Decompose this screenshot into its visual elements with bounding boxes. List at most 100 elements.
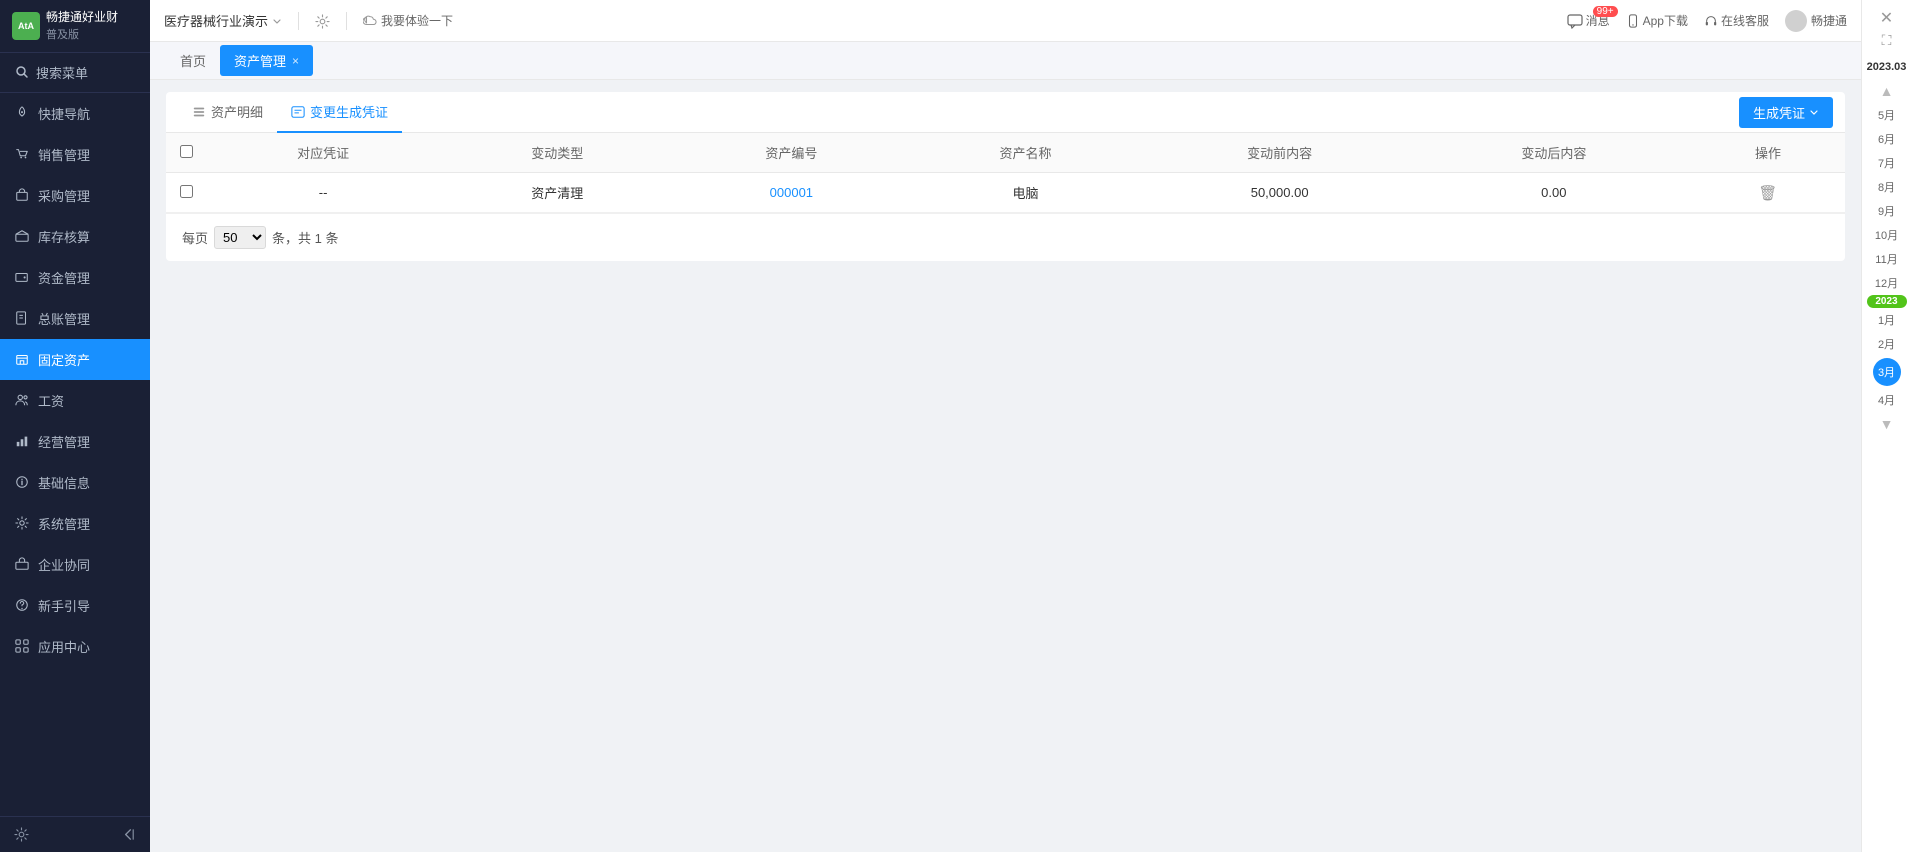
month-2[interactable]: 2月 (1867, 332, 1907, 356)
sidebar-item-label: 企业协同 (38, 555, 90, 574)
topbar: 医疗器械行业演示 我要体验一下 消息 99+ App下载 在线客服 (150, 0, 1861, 42)
data-table: 对应凭证 变动类型 资产编号 资产名称 变动前内容 变动后内容 操作 (166, 133, 1845, 213)
sidebar-item-ledger[interactable]: 总账管理 (0, 298, 150, 339)
experience-btn[interactable]: 我要体验一下 (363, 12, 453, 29)
panel-nav-down[interactable]: ▼ (1880, 416, 1894, 432)
select-all-checkbox[interactable] (180, 145, 193, 158)
row-checkbox-cell[interactable] (166, 173, 206, 213)
user-menu[interactable]: 畅捷通 (1785, 10, 1847, 32)
sidebar-item-enterprise[interactable]: 企业协同 (0, 544, 150, 585)
topbar-divider1 (298, 12, 299, 30)
month-4[interactable]: 4月 (1867, 388, 1907, 412)
month-9[interactable]: 9月 (1867, 199, 1907, 223)
row-checkbox[interactable] (180, 185, 193, 198)
message-badge: 99+ (1593, 6, 1618, 17)
tab-asset-mgmt[interactable]: 资产管理 × (220, 45, 313, 76)
sidebar-item-system[interactable]: 系统管理 (0, 503, 150, 544)
company-selector[interactable]: 医疗器械行业演示 (164, 11, 282, 30)
sidebar-logo: AtA 畅捷通好业财 普及版 (0, 0, 150, 53)
sidebar-item-inventory[interactable]: 库存核算 (0, 216, 150, 257)
generate-voucher-btn[interactable]: 生成凭证 (1739, 97, 1833, 128)
panel-year-label: 2023.03 (1867, 61, 1907, 73)
cell-asset-no: 000001 (674, 173, 908, 213)
info-icon (14, 474, 30, 490)
company-name: 医疗器械行业演示 (164, 11, 268, 30)
sidebar-item-basic-info[interactable]: 基础信息 (0, 462, 150, 503)
voucher-icon (291, 105, 305, 119)
tab-home[interactable]: 首页 (166, 44, 220, 77)
panel-expand-btn[interactable]: ⛶ (1882, 32, 1892, 49)
tab-close-icon[interactable]: × (292, 54, 299, 68)
sidebar-settings-btn[interactable] (14, 827, 29, 842)
tabbar: 首页 资产管理 × (150, 42, 1861, 80)
month-10[interactable]: 10月 (1867, 223, 1907, 247)
topbar-divider2 (346, 12, 347, 30)
sidebar-item-label: 采购管理 (38, 186, 90, 205)
tab-asset-detail-label: 资产明细 (211, 102, 263, 121)
sidebar-item-fixed-assets[interactable]: 固定资产 (0, 339, 150, 380)
sidebar-item-operations[interactable]: 经营管理 (0, 421, 150, 462)
total-label: 条，共 1 条 (272, 228, 338, 247)
sidebar-collapse-btn[interactable] (121, 827, 136, 842)
sidebar-search[interactable]: 搜索菜单 (0, 53, 150, 93)
apps-icon (14, 638, 30, 654)
rocket-icon (14, 105, 30, 121)
sidebar-item-quick-nav[interactable]: 快捷导航 (0, 93, 150, 134)
warehouse-icon (14, 228, 30, 244)
sidebar-item-purchase[interactable]: 采购管理 (0, 175, 150, 216)
tab-asset-mgmt-label: 资产管理 (234, 51, 286, 70)
app-download-label: App下载 (1643, 12, 1688, 29)
col-header-before: 变动前内容 (1143, 133, 1417, 173)
logo-text: 畅捷通好业财 (46, 10, 118, 26)
search-icon (14, 64, 30, 80)
logo-sub: 普及版 (46, 26, 118, 42)
sidebar-item-label: 快捷导航 (38, 104, 90, 123)
sidebar-item-funds[interactable]: 资金管理 (0, 257, 150, 298)
tab-change-voucher-label: 变更生成凭证 (310, 102, 388, 121)
data-table-wrap: 对应凭证 变动类型 资产编号 资产名称 变动前内容 变动后内容 操作 (166, 133, 1845, 213)
panel-close-btn[interactable]: ✕ (1880, 8, 1893, 28)
cell-after: 0.00 (1417, 173, 1691, 213)
month-11[interactable]: 11月 (1867, 247, 1907, 271)
month-7[interactable]: 7月 (1867, 151, 1907, 175)
message-btn[interactable]: 消息 99+ (1567, 12, 1610, 29)
year-2023-marker: 2023 (1867, 295, 1907, 308)
tab-change-voucher[interactable]: 变更生成凭证 (277, 92, 402, 133)
main-content: 医疗器械行业演示 我要体验一下 消息 99+ App下载 在线客服 (150, 0, 1861, 852)
tab-home-label: 首页 (180, 54, 206, 69)
sidebar-item-label: 工资 (38, 391, 64, 410)
sidebar: AtA 畅捷通好业财 普及版 搜索菜单 快捷导航 销售管理 (0, 0, 150, 852)
tab-asset-detail[interactable]: 资产明细 (178, 92, 277, 133)
cart-icon (14, 146, 30, 162)
header-checkbox-cell[interactable] (166, 133, 206, 173)
month-1[interactable]: 1月 (1867, 308, 1907, 332)
sidebar-menu: 快捷导航 销售管理 采购管理 库存核算 资金管理 (0, 93, 150, 816)
col-header-action: 操作 (1691, 133, 1845, 173)
sidebar-item-label: 基础信息 (38, 473, 90, 492)
sidebar-item-guide[interactable]: 新手引导 (0, 585, 150, 626)
month-5[interactable]: 5月 (1867, 103, 1907, 127)
pagination: 每页 50 10 20 100 条，共 1 条 (166, 213, 1845, 261)
sidebar-item-label: 系统管理 (38, 514, 90, 533)
sidebar-item-label: 资金管理 (38, 268, 90, 287)
topbar-gear-btn[interactable] (315, 12, 330, 28)
logo-icon: AtA (12, 12, 40, 40)
page-content: 资产明细 变更生成凭证 生成凭证 (150, 80, 1861, 852)
per-page-select[interactable]: 50 10 20 100 (214, 226, 266, 249)
delete-btn[interactable]: 🗑 (1758, 185, 1777, 202)
month-8[interactable]: 8月 (1867, 175, 1907, 199)
sidebar-item-label: 总账管理 (38, 309, 90, 328)
month-6[interactable]: 6月 (1867, 127, 1907, 151)
cell-before: 50,000.00 (1143, 173, 1417, 213)
month-3-current[interactable]: 3月 (1873, 358, 1901, 386)
panel-nav-up[interactable]: ▲ (1880, 83, 1894, 99)
sidebar-item-app-center[interactable]: 应用中心 (0, 626, 150, 667)
service-btn[interactable]: 在线客服 (1704, 12, 1769, 29)
sidebar-item-label: 销售管理 (38, 145, 90, 164)
app-download-btn[interactable]: App下载 (1626, 12, 1688, 29)
sidebar-item-sales[interactable]: 销售管理 (0, 134, 150, 175)
col-header-asset-no: 资产编号 (674, 133, 908, 173)
month-12[interactable]: 12月 (1867, 271, 1907, 295)
cell-asset-name: 电脑 (908, 173, 1142, 213)
sidebar-item-payroll[interactable]: 工资 (0, 380, 150, 421)
